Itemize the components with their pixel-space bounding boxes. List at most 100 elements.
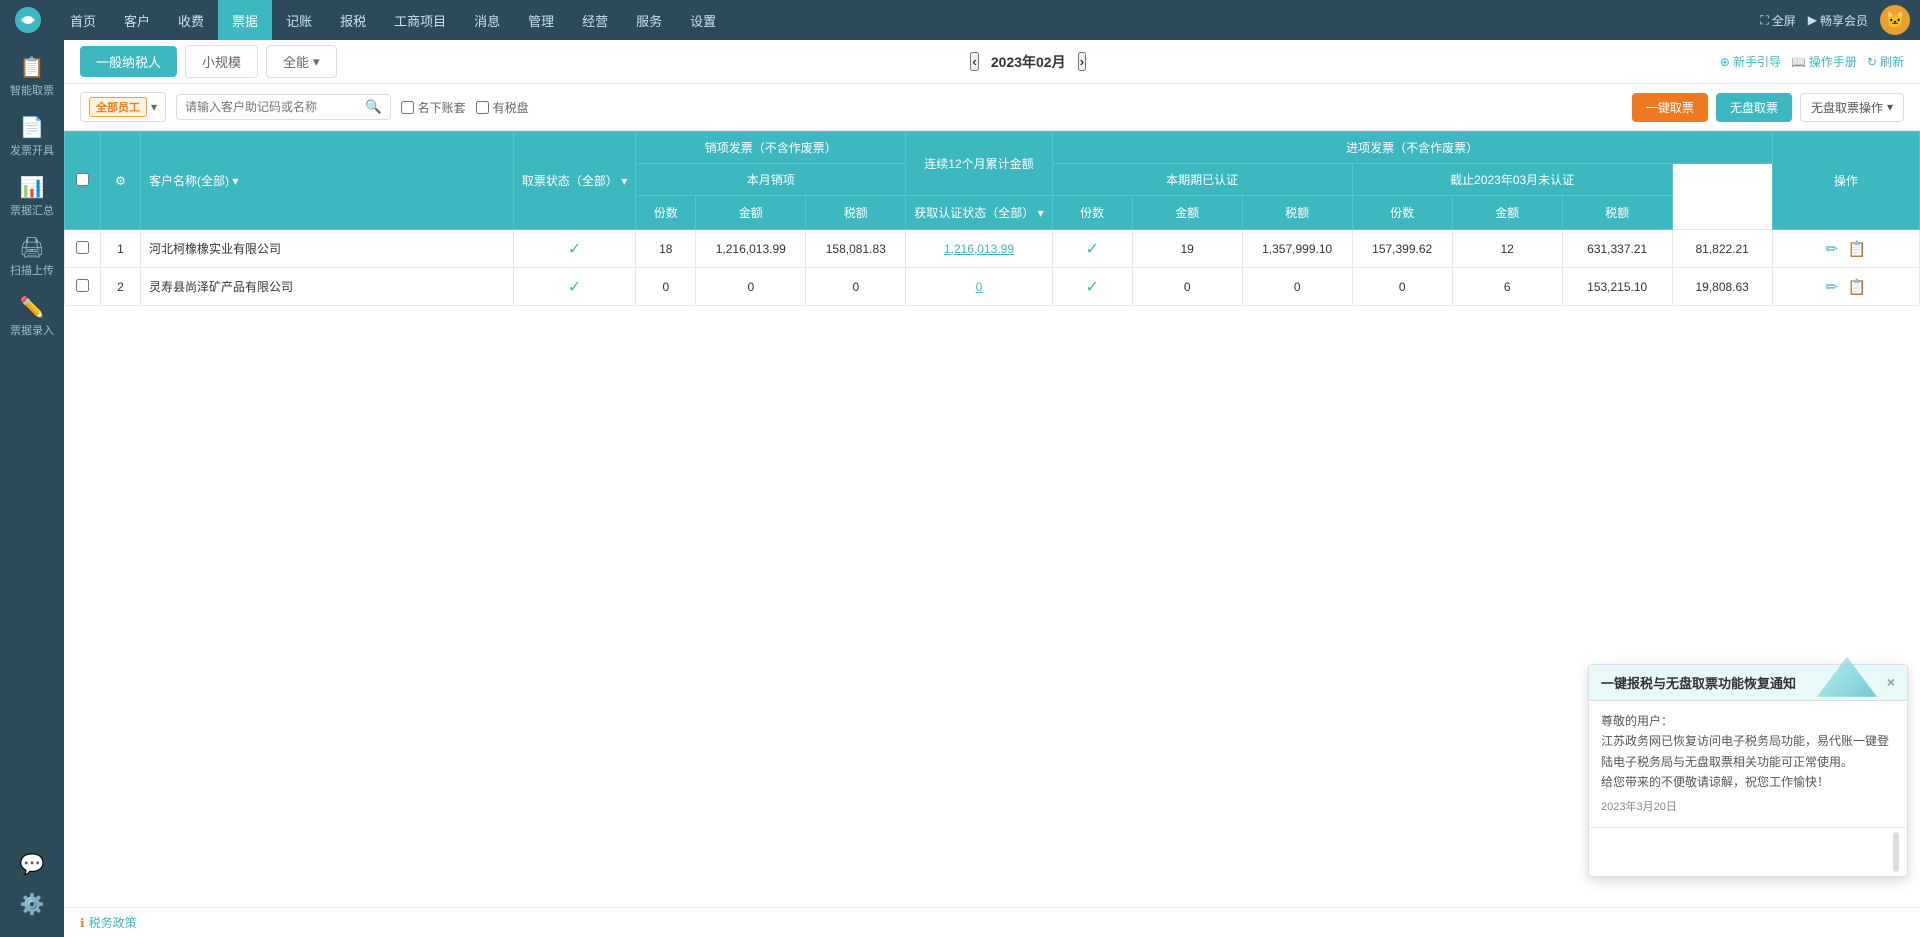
youshuipan-checkbox[interactable] [476, 101, 489, 114]
row1-edit-icon[interactable]: ✏ [1826, 241, 1839, 258]
tab-small-scale[interactable]: 小规模 [185, 45, 258, 78]
nav-business[interactable]: 工商项目 [380, 0, 460, 40]
row2-checkbox[interactable] [76, 279, 89, 292]
nav-message[interactable]: 消息 [460, 0, 514, 40]
no-disk-ticket-btn[interactable]: 无盘取票 [1716, 93, 1792, 122]
row2-customer: 灵寿县尚泽矿产品有限公司 [141, 268, 514, 306]
nav-tax[interactable]: 报税 [326, 0, 380, 40]
select-all-checkbox[interactable] [76, 173, 89, 186]
nav-service[interactable]: 服务 [622, 0, 676, 40]
th-benyue-fensu: 份数 [636, 196, 696, 230]
chat-icon: 💬 [20, 855, 45, 875]
row1-customer: 河北柯橡橡实业有限公司 [141, 230, 514, 268]
employee-filter[interactable]: 全部员工 ▾ [80, 92, 166, 122]
row1-leiji: 1,216,013.99 [906, 230, 1052, 268]
fullscreen-btn[interactable]: ⛶ 全屏 [1760, 12, 1795, 29]
entry-icon: ✏️ [20, 298, 45, 318]
no-disk-ops-label: 无盘取票操作 [1811, 99, 1883, 116]
new-guide-link[interactable]: ⊕ 新手引导 [1720, 53, 1781, 70]
manual-link[interactable]: 📖 操作手册 [1791, 53, 1857, 70]
row1-benqi-fensu: 19 [1132, 230, 1242, 268]
row2-view-icon[interactable]: 📋 [1847, 279, 1866, 296]
th-benyue-jine: 金额 [696, 196, 806, 230]
row2-huoqu-icon: ✓ [1085, 279, 1098, 296]
sidebar-item-label-invoice: 发票开具 [10, 142, 54, 158]
vip-label: 畅享会员 [1820, 12, 1868, 29]
row2-leiji: 0 [906, 268, 1052, 306]
search-input[interactable] [177, 96, 357, 118]
row2-benqi-jine: 0 [1242, 268, 1352, 306]
sidebar: 📋 智能取票 📄 发票开具 📊 票据汇总 🖨 扫描上传 ✏️ 票据录入 💬 ⚙️ [0, 40, 64, 937]
xiazhangao-checkbox[interactable] [401, 101, 414, 114]
row2-edit-icon[interactable]: ✏ [1826, 279, 1839, 296]
th-customer-filter-icon[interactable]: ▾ [232, 174, 238, 188]
row1-wei-fensu: 12 [1452, 230, 1562, 268]
toolbar-right: 一键取票 无盘取票 无盘取票操作 ▾ [1632, 93, 1904, 122]
th-settings: ⚙ [101, 132, 141, 230]
row1-quzhuang-icon: ✓ [568, 241, 581, 258]
th-jinxiao-group: 进项发票（不含作废票） [1052, 132, 1772, 164]
invoice-icon: 📄 [20, 118, 45, 138]
user-avatar[interactable]: 🐱 [1880, 5, 1910, 35]
sidebar-item-label-summary: 票据汇总 [10, 202, 54, 218]
notification-close-btn[interactable]: × [1887, 674, 1895, 690]
tab-all[interactable]: 全能 ▾ [266, 45, 337, 78]
th-checkbox [65, 132, 101, 230]
nav-manage[interactable]: 管理 [514, 0, 568, 40]
th-quzhuang-filter-icon[interactable]: ▾ [621, 174, 627, 188]
xiazhangao-filter[interactable]: 名下账套 [401, 99, 466, 116]
row1-checkbox[interactable] [76, 241, 89, 254]
sub-tabs-bar: 一般纳税人 小规模 全能 ▾ ‹ 2023年02月 › ⊕ 新手引导 📖 操作手… [64, 40, 1920, 84]
sidebar-item-entry[interactable]: ✏️ 票据录入 [0, 288, 64, 348]
row1-benyue-shuie: 158,081.83 [806, 230, 906, 268]
th-benqi-jine: 金额 [1132, 196, 1242, 230]
sidebar-item-summary[interactable]: 📊 票据汇总 [0, 168, 64, 228]
row1-view-icon[interactable]: 📋 [1847, 241, 1866, 258]
sidebar-item-chat[interactable]: 💬 [0, 845, 64, 885]
row1-benyue-jine: 1,216,013.99 [696, 230, 806, 268]
nav-operation[interactable]: 经营 [568, 0, 622, 40]
fullscreen-icon: ⛶ [1760, 13, 1768, 28]
th-xiaoxiao-group: 销项发票（不含作废票） [636, 132, 906, 164]
settings-table-icon[interactable]: ⚙ [115, 174, 126, 188]
search-button[interactable]: 🔍 [357, 95, 390, 119]
guide-icon: ⊕ [1720, 55, 1730, 69]
sidebar-item-scan[interactable]: 🖨 扫描上传 [0, 228, 64, 288]
row2-wei-jine: 153,215.10 [1562, 268, 1672, 306]
sidebar-item-smart-ticket[interactable]: 📋 智能取票 [0, 48, 64, 108]
one-click-ticket-btn[interactable]: 一键取票 [1632, 93, 1708, 122]
prev-month-btn[interactable]: ‹ [970, 52, 978, 71]
refresh-link[interactable]: ↻ 刷新 [1867, 53, 1904, 70]
no-disk-ops-btn[interactable]: 无盘取票操作 ▾ [1800, 93, 1904, 122]
info-icon: ℹ [80, 916, 85, 930]
tax-policy-link[interactable]: 税务政策 [89, 914, 137, 931]
row2-huoqu: ✓ [1052, 268, 1132, 306]
row2-benyue-shuie: 0 [806, 268, 906, 306]
sidebar-item-invoice[interactable]: 📄 发票开具 [0, 108, 64, 168]
tab-general-taxpayer[interactable]: 一般纳税人 [80, 46, 177, 77]
next-month-btn[interactable]: › [1078, 52, 1086, 71]
toolbar: 全部员工 ▾ 🔍 名下账套 有税盘 一键取票 无盘取票 无盘取票操作 ▾ [64, 84, 1920, 131]
row2-benqi-shuie: 0 [1352, 268, 1452, 306]
nav-ticket[interactable]: 票据 [218, 0, 272, 40]
nav-home[interactable]: 首页 [56, 0, 110, 40]
youshuipan-filter[interactable]: 有税盘 [476, 99, 529, 116]
vip-btn[interactable]: ▶ 畅享会员 [1808, 12, 1868, 29]
row2-benyue-jine: 0 [696, 268, 806, 306]
row1-huoqu: ✓ [1052, 230, 1132, 268]
notification-line1: 尊敬的用户： [1601, 711, 1895, 731]
app-logo [10, 2, 46, 38]
nav-fee[interactable]: 收费 [164, 0, 218, 40]
row1-leiji-link[interactable]: 1,216,013.99 [944, 242, 1014, 256]
nav-settings[interactable]: 设置 [676, 0, 730, 40]
th-huoqu-filter-icon[interactable]: ▾ [1038, 206, 1044, 220]
nav-items: 首页 客户 收费 票据 记账 报税 工商项目 消息 管理 经营 服务 设置 [56, 0, 1760, 40]
row1-quzhuang: ✓ [513, 230, 635, 268]
nav-bookkeeping[interactable]: 记账 [272, 0, 326, 40]
row2-leiji-link[interactable]: 0 [976, 280, 983, 294]
sidebar-item-settings[interactable]: ⚙️ [0, 885, 64, 925]
no-disk-ops-dropdown-icon: ▾ [1887, 100, 1893, 114]
nav-customer[interactable]: 客户 [110, 0, 164, 40]
th-huoqu-state-text: 获取认证状态（全部） [914, 206, 1034, 220]
th-huoqu-state: 获取认证状态（全部） ▾ [906, 196, 1052, 230]
